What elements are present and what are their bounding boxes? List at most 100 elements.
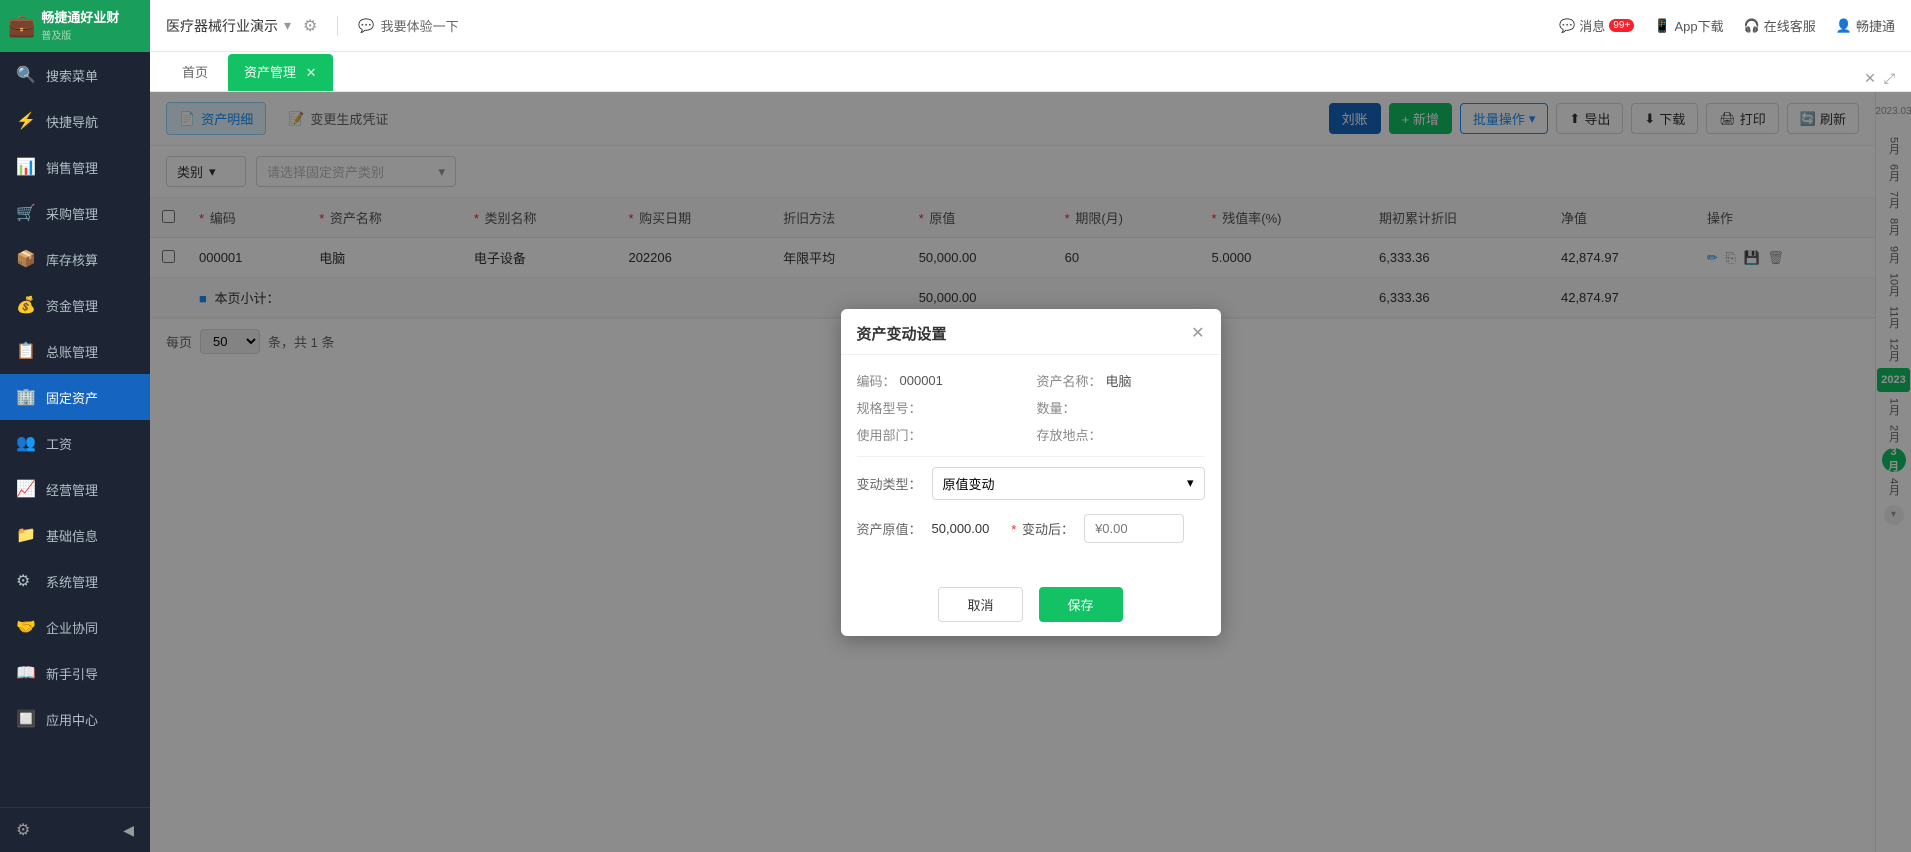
- tab-asset-mgmt-label: 资产管理: [244, 65, 296, 80]
- sidebar-item-label: 采购管理: [46, 204, 98, 223]
- dialog-title: 资产变动设置: [857, 323, 947, 344]
- operations-icon: 📈: [16, 479, 36, 499]
- sidebar-item-label: 经营管理: [46, 480, 98, 499]
- save-button[interactable]: 保存: [1039, 587, 1123, 622]
- tab-asset-mgmt[interactable]: 资产管理 ✕: [228, 54, 333, 91]
- online-service-btn[interactable]: 🎧 在线客服: [1744, 16, 1816, 35]
- feedback-icon: 💬: [358, 18, 374, 34]
- tab-home-label: 首页: [182, 65, 208, 80]
- tab-close-icon[interactable]: ✕: [306, 65, 317, 80]
- service-icon: 🎧: [1744, 18, 1760, 34]
- sidebar-nav: 🔍 搜索菜单 ⚡ 快捷导航 📊 销售管理 🛒 采购管理 📦 库存核算 💰 资金管…: [0, 52, 150, 807]
- tab-home[interactable]: 首页: [166, 54, 224, 91]
- dialog-dept: 使用部门：: [857, 425, 1025, 444]
- window-maximize-icon[interactable]: ⤢: [1884, 70, 1895, 87]
- sidebar-item-payroll[interactable]: 👥 工资: [0, 420, 150, 466]
- sidebar-item-inventory[interactable]: 📦 库存核算: [0, 236, 150, 282]
- ledger-icon: 📋: [16, 341, 36, 361]
- topbar-right: 💬 消息 99+ 📱 App下载 🎧 在线客服 👤 畅捷通: [1559, 16, 1895, 35]
- dialog-code: 编码： 000001: [857, 371, 1025, 390]
- sidebar-item-finance[interactable]: 💰 资金管理: [0, 282, 150, 328]
- sidebar-item-quicknav[interactable]: ⚡ 快捷导航: [0, 98, 150, 144]
- original-value-display: 50,000.00: [932, 521, 990, 536]
- dialog-close-btn[interactable]: ✕: [1191, 323, 1204, 343]
- message-badge: 99+: [1609, 19, 1634, 32]
- sidebar: 💼 畅捷通好业财 普及版 🔍 搜索菜单 ⚡ 快捷导航 📊 销售管理 🛒 采购管理…: [0, 0, 150, 852]
- sidebar-item-sales[interactable]: 📊 销售管理: [0, 144, 150, 190]
- sidebar-item-search[interactable]: 🔍 搜索菜单: [0, 52, 150, 98]
- purchase-icon: 🛒: [16, 203, 36, 223]
- sidebar-item-label: 企业协同: [46, 618, 98, 637]
- message-label: 消息: [1579, 16, 1605, 35]
- collapse-icon[interactable]: ◀: [123, 822, 134, 839]
- sidebar-item-operations[interactable]: 📈 经营管理: [0, 466, 150, 512]
- message-btn[interactable]: 💬 消息 99+: [1559, 16, 1634, 35]
- dialog-location: 存放地点：: [1037, 425, 1205, 444]
- asset-name-value: 电脑: [1106, 371, 1132, 390]
- content-area: 📄 资产明细 📝 变更生成凭证 刘账 + 新增: [150, 92, 1911, 852]
- dialog-footer: 取消 保存: [841, 573, 1221, 636]
- sidebar-header: 💼 畅捷通好业财 普及版: [0, 0, 150, 52]
- dialog-divider: [857, 456, 1205, 457]
- asset-value-row: 资产原值： 50,000.00 * 变动后：: [857, 514, 1205, 543]
- sidebar-item-guide[interactable]: 📖 新手引导: [0, 650, 150, 696]
- topbar: 医疗器械行业演示 ▾ ⚙ 💬 我要体验一下 💬 消息 99+ 📱 App下载 🎧: [150, 0, 1911, 52]
- sidebar-item-ledger[interactable]: 📋 总账管理: [0, 328, 150, 374]
- sidebar-item-label: 工资: [46, 434, 72, 453]
- sidebar-item-label: 新手引导: [46, 664, 98, 683]
- sidebar-item-label: 资金管理: [46, 296, 98, 315]
- dialog-info-grid: 编码： 000001 资产名称： 电脑 规格型号： 数量：: [857, 371, 1205, 444]
- finance-icon: 💰: [16, 295, 36, 315]
- sidebar-item-apps[interactable]: 🔲 应用中心: [0, 696, 150, 742]
- dialog-overlay: 资产变动设置 ✕ 编码： 000001 资产名称： 电脑: [150, 92, 1911, 852]
- app-download-icon: 📱: [1654, 18, 1670, 34]
- dialog-header: 资产变动设置 ✕: [841, 309, 1221, 355]
- change-type-label: 变动类型：: [857, 474, 922, 493]
- sidebar-item-label: 总账管理: [46, 342, 98, 361]
- system-icon: ⚙: [16, 571, 36, 591]
- change-type-select[interactable]: 原值变动 ▾: [932, 467, 1205, 500]
- after-change-input[interactable]: [1084, 514, 1184, 543]
- dropdown-icon: ▾: [284, 17, 291, 34]
- sidebar-item-label: 应用中心: [46, 710, 98, 729]
- settings-icon[interactable]: ⚙: [16, 820, 30, 840]
- change-type-dropdown-icon: ▾: [1187, 475, 1194, 491]
- company-name: 医疗器械行业演示: [166, 16, 278, 36]
- sidebar-item-label: 快捷导航: [46, 112, 98, 131]
- sidebar-item-fixed-assets[interactable]: 🏢 固定资产: [0, 374, 150, 420]
- settings-gear-icon[interactable]: ⚙: [303, 16, 317, 36]
- dialog-quantity: 数量：: [1037, 398, 1205, 417]
- quicknav-icon: ⚡: [16, 111, 36, 131]
- sidebar-item-purchase[interactable]: 🛒 采购管理: [0, 190, 150, 236]
- app-download-label: App下载: [1674, 16, 1723, 35]
- after-label: * 变动后：: [1011, 519, 1074, 538]
- dialog-spec: 规格型号：: [857, 398, 1025, 417]
- feedback-label: 我要体验一下: [381, 16, 459, 35]
- feedback-btn[interactable]: 💬 我要体验一下: [358, 16, 458, 35]
- sidebar-item-label: 搜索菜单: [46, 66, 98, 85]
- cancel-button[interactable]: 取消: [938, 587, 1022, 622]
- sidebar-item-system[interactable]: ⚙ 系统管理: [0, 558, 150, 604]
- user-icon: 👤: [1836, 18, 1852, 34]
- asset-change-dialog: 资产变动设置 ✕ 编码： 000001 资产名称： 电脑: [841, 309, 1221, 636]
- sidebar-item-label: 销售管理: [46, 158, 98, 177]
- app-download-btn[interactable]: 📱 App下载: [1654, 16, 1723, 35]
- window-close-icon[interactable]: ✕: [1864, 70, 1876, 87]
- username: 畅捷通: [1856, 16, 1895, 35]
- sidebar-item-label: 基础信息: [46, 526, 98, 545]
- enterprise-icon: 🤝: [16, 617, 36, 637]
- fixed-assets-icon: 🏢: [16, 387, 36, 407]
- company-selector[interactable]: 医疗器械行业演示 ▾: [166, 16, 291, 36]
- code-value: 000001: [900, 373, 943, 388]
- message-icon: 💬: [1559, 18, 1575, 34]
- sidebar-item-enterprise[interactable]: 🤝 企业协同: [0, 604, 150, 650]
- sidebar-item-basic-info[interactable]: 📁 基础信息: [0, 512, 150, 558]
- basic-info-icon: 📁: [16, 525, 36, 545]
- dialog-body: 编码： 000001 资产名称： 电脑 规格型号： 数量：: [841, 355, 1221, 573]
- change-type-row: 变动类型： 原值变动 ▾: [857, 467, 1205, 500]
- tabbar: 首页 资产管理 ✕ ✕ ⤢: [150, 52, 1911, 92]
- sidebar-footer: ⚙ ◀: [0, 807, 150, 852]
- user-avatar[interactable]: 👤 畅捷通: [1836, 16, 1895, 35]
- sidebar-logo: 畅捷通好业财: [41, 10, 119, 27]
- change-type-value: 原值变动: [943, 474, 995, 493]
